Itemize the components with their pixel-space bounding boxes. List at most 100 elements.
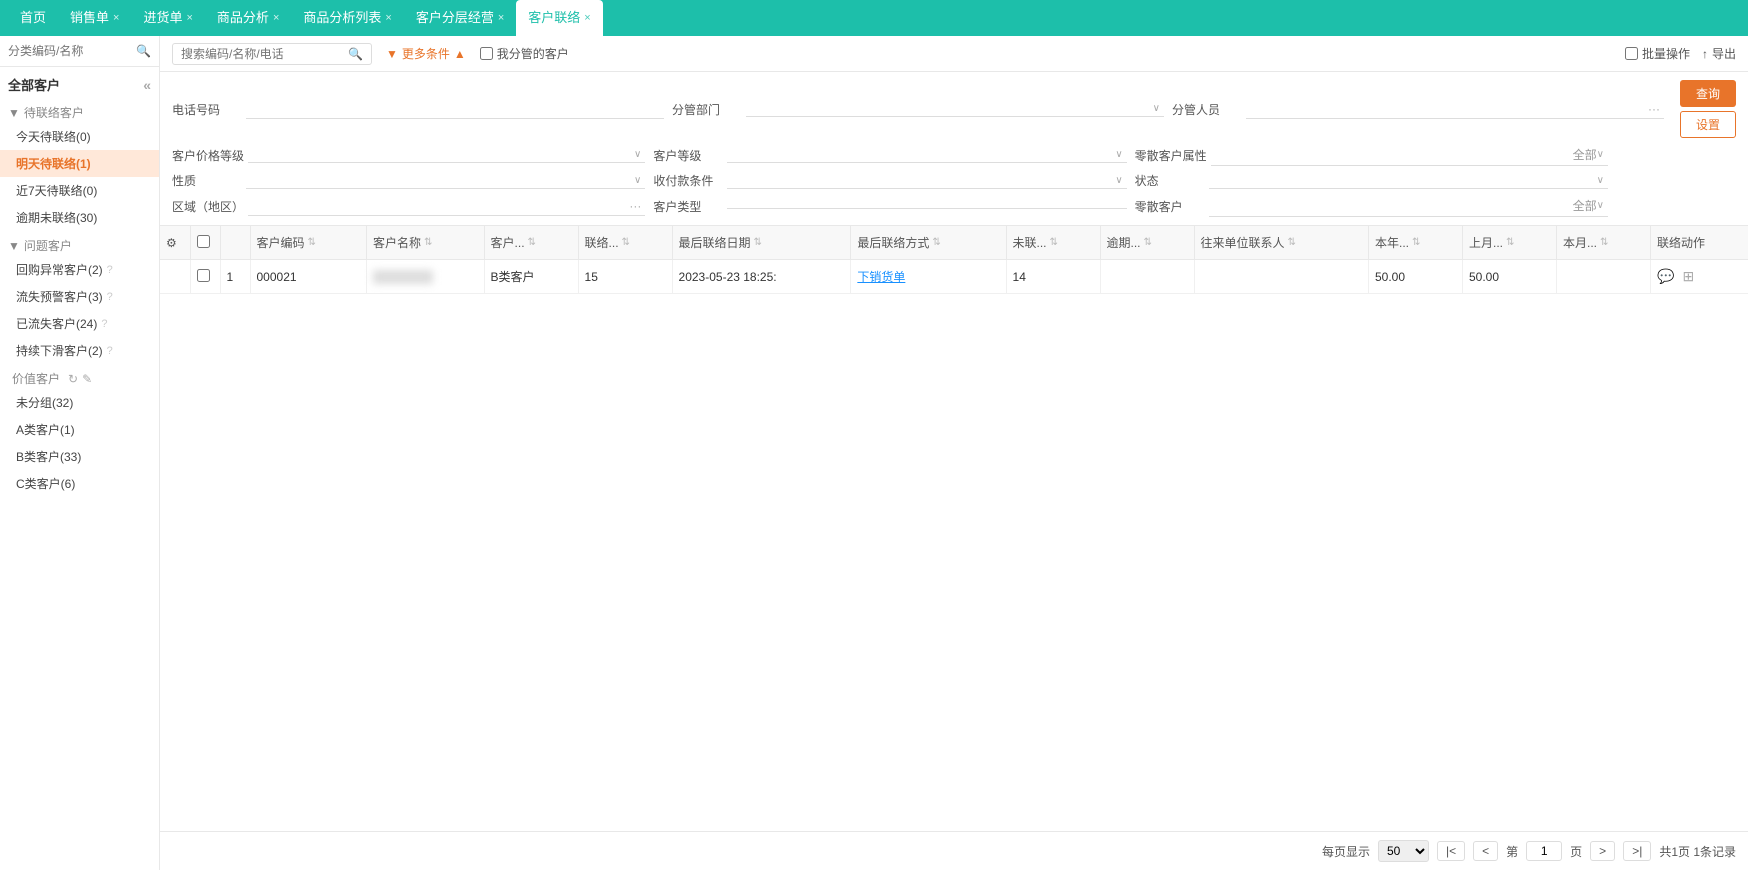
th-settings[interactable]: ⚙	[160, 226, 190, 260]
search-icon[interactable]: 🔍	[136, 44, 151, 58]
sidebar-item-abnormal-repurchase[interactable]: 回购异常客户(2) ?	[0, 256, 159, 283]
close-icon[interactable]: ×	[273, 0, 279, 36]
th-type[interactable]: 客户...⇅	[484, 226, 578, 260]
toolbar: 🔍 ▼ 更多条件 ▲ 我分管的客户 批量操作 ↑ 导出	[160, 36, 1748, 72]
th-this-year[interactable]: 本年...⇅	[1369, 226, 1463, 260]
retail-attr-select[interactable]: 全部 ∨	[1211, 144, 1608, 166]
nav-product-analysis-list[interactable]: 商品分析列表 ×	[291, 0, 403, 36]
sidebar-item-overdue-contact[interactable]: 逾期未联络(30)	[0, 204, 159, 231]
sort-icon: ⇅	[308, 237, 316, 248]
retail-select[interactable]: 全部 ∨	[1209, 195, 1608, 217]
nature-select[interactable]: ∨	[246, 173, 645, 189]
table-row: 1 000021 Ea B类客户 15 2023-05-23 18:25: 下销…	[160, 260, 1748, 294]
filter-button[interactable]: ▼ 更多条件 ▲	[380, 42, 472, 65]
sidebar-item-declining[interactable]: 持续下滑客户(2) ?	[0, 337, 159, 364]
th-checkbox[interactable]	[190, 226, 220, 260]
per-page-select[interactable]: 50 100 200	[1378, 840, 1429, 862]
my-customers-checkbox[interactable]	[480, 47, 493, 60]
batch-checkbox[interactable]	[1625, 47, 1638, 60]
filter-icon: ▼	[386, 47, 398, 61]
nav-product-analysis[interactable]: 商品分析 ×	[205, 0, 291, 36]
th-last-contact-date[interactable]: 最后联络日期⇅	[672, 226, 851, 260]
close-icon[interactable]: ×	[113, 0, 119, 36]
batch-operation-button[interactable]: 批量操作	[1625, 45, 1690, 62]
search-input[interactable]	[181, 47, 348, 61]
nav-home[interactable]: 首页	[8, 0, 58, 36]
payment-select[interactable]: ∨	[727, 173, 1126, 189]
contact-way-link[interactable]: 下销货单	[857, 270, 905, 284]
close-icon[interactable]: ×	[186, 0, 192, 36]
td-name: Ea	[367, 260, 485, 294]
page-last-button[interactable]: >|	[1623, 841, 1651, 861]
filter-actions: 查询 设置	[1680, 80, 1736, 138]
page-input[interactable]	[1526, 841, 1562, 861]
sidebar-item-class-b[interactable]: B类客户(33)	[0, 443, 159, 470]
nav-sales[interactable]: 销售单 ×	[58, 0, 131, 36]
customer-level-select[interactable]: ∨	[727, 147, 1126, 163]
th-name[interactable]: 客户名称⇅	[367, 226, 485, 260]
settings-button[interactable]: 设置	[1680, 111, 1736, 138]
refresh-icon[interactable]: ↻	[68, 372, 78, 386]
row-checkbox[interactable]	[197, 269, 210, 282]
nav-customer-contact[interactable]: 客户联络 ×	[516, 0, 602, 36]
th-no-contact[interactable]: 未联...⇅	[1006, 226, 1100, 260]
search-icon[interactable]: 🔍	[348, 47, 363, 61]
close-icon[interactable]: ×	[498, 0, 504, 36]
sidebar-item-tomorrow-contact[interactable]: 明天待联络(1)	[0, 150, 159, 177]
sidebar-item-churn-warning[interactable]: 流失预警客户(3) ?	[0, 283, 159, 310]
grid-icon[interactable]: ⊞	[1682, 268, 1694, 285]
nav-purchase[interactable]: 进货单 ×	[131, 0, 204, 36]
td-checkbox[interactable]	[190, 260, 220, 294]
export-button[interactable]: ↑ 导出	[1702, 45, 1736, 62]
edit-icon[interactable]: ✎	[82, 372, 92, 386]
status-select[interactable]: ∨	[1209, 173, 1608, 189]
chevron-down-icon: ∨	[1597, 175, 1604, 186]
region-select[interactable]: ···	[248, 197, 645, 216]
comment-icon[interactable]: 💬	[1657, 268, 1674, 285]
th-index	[220, 226, 250, 260]
group-problem-customers[interactable]: ▼ 问题客户	[0, 231, 159, 256]
td-index: 1	[220, 260, 250, 294]
dept-select[interactable]: ∨	[746, 101, 1164, 117]
page-prev-button[interactable]: <	[1473, 841, 1498, 861]
th-last-month[interactable]: 上月...⇅	[1463, 226, 1557, 260]
chevron-down-icon: ∨	[1597, 149, 1604, 160]
sort-icon: ⇅	[424, 237, 432, 248]
filter-region: 区域（地区） ···	[172, 197, 645, 216]
nav-customer-tier[interactable]: 客户分层经营 ×	[404, 0, 516, 36]
sort-icon: ⇅	[528, 237, 536, 248]
sidebar-item-ungrouped[interactable]: 未分组(32)	[0, 389, 159, 416]
th-this-month[interactable]: 本月...⇅	[1557, 226, 1651, 260]
query-button[interactable]: 查询	[1680, 80, 1736, 107]
group-value-customers[interactable]: 价值客户 ↻ ✎	[0, 364, 159, 389]
all-customers-header[interactable]: 全部客户 «	[0, 67, 159, 98]
th-code[interactable]: 客户编码⇅	[250, 226, 367, 260]
filter-nature: 性质 ∨	[172, 172, 645, 189]
th-last-contact-way[interactable]: 最后联络方式⇅	[851, 226, 1006, 260]
person-select[interactable]: ···	[1246, 100, 1664, 119]
sidebar-item-class-a[interactable]: A类客户(1)	[0, 416, 159, 443]
collapse-icon[interactable]: «	[143, 77, 151, 93]
phone-input[interactable]	[246, 100, 664, 119]
th-contacts[interactable]: 联络...⇅	[578, 226, 672, 260]
close-icon[interactable]: ×	[385, 0, 391, 36]
sidebar-item-today-contact[interactable]: 今天待联络(0)	[0, 123, 159, 150]
th-contacts-person[interactable]: 往来单位联系人⇅	[1194, 226, 1368, 260]
table-header-row: ⚙ 客户编码⇅ 客户名称⇅ 客户...⇅ 联络...⇅	[160, 226, 1748, 260]
th-overdue[interactable]: 逾期...⇅	[1100, 226, 1194, 260]
close-icon[interactable]: ×	[584, 0, 590, 36]
td-this-year: 50.00	[1369, 260, 1463, 294]
table-footer: 每页显示 50 100 200 |< < 第 页 > >| 共1页 1条记录	[160, 831, 1748, 870]
select-all-checkbox[interactable]	[197, 235, 210, 248]
sidebar-search-input[interactable]	[8, 44, 132, 58]
page-next-button[interactable]: >	[1590, 841, 1615, 861]
sidebar-item-class-c[interactable]: C类客户(6)	[0, 470, 159, 497]
group-pending-contact[interactable]: ▼ 待联络客户	[0, 98, 159, 123]
page-first-button[interactable]: |<	[1437, 841, 1465, 861]
sort-icon: ⇅	[1288, 237, 1296, 248]
value-level-select[interactable]: ∨	[248, 147, 645, 163]
all-customers-label: 全部客户	[8, 75, 60, 94]
sidebar-item-churned[interactable]: 已流失客户(24) ?	[0, 310, 159, 337]
customer-type-select[interactable]	[727, 204, 1126, 209]
sidebar-item-7days-contact[interactable]: 近7天待联络(0)	[0, 177, 159, 204]
